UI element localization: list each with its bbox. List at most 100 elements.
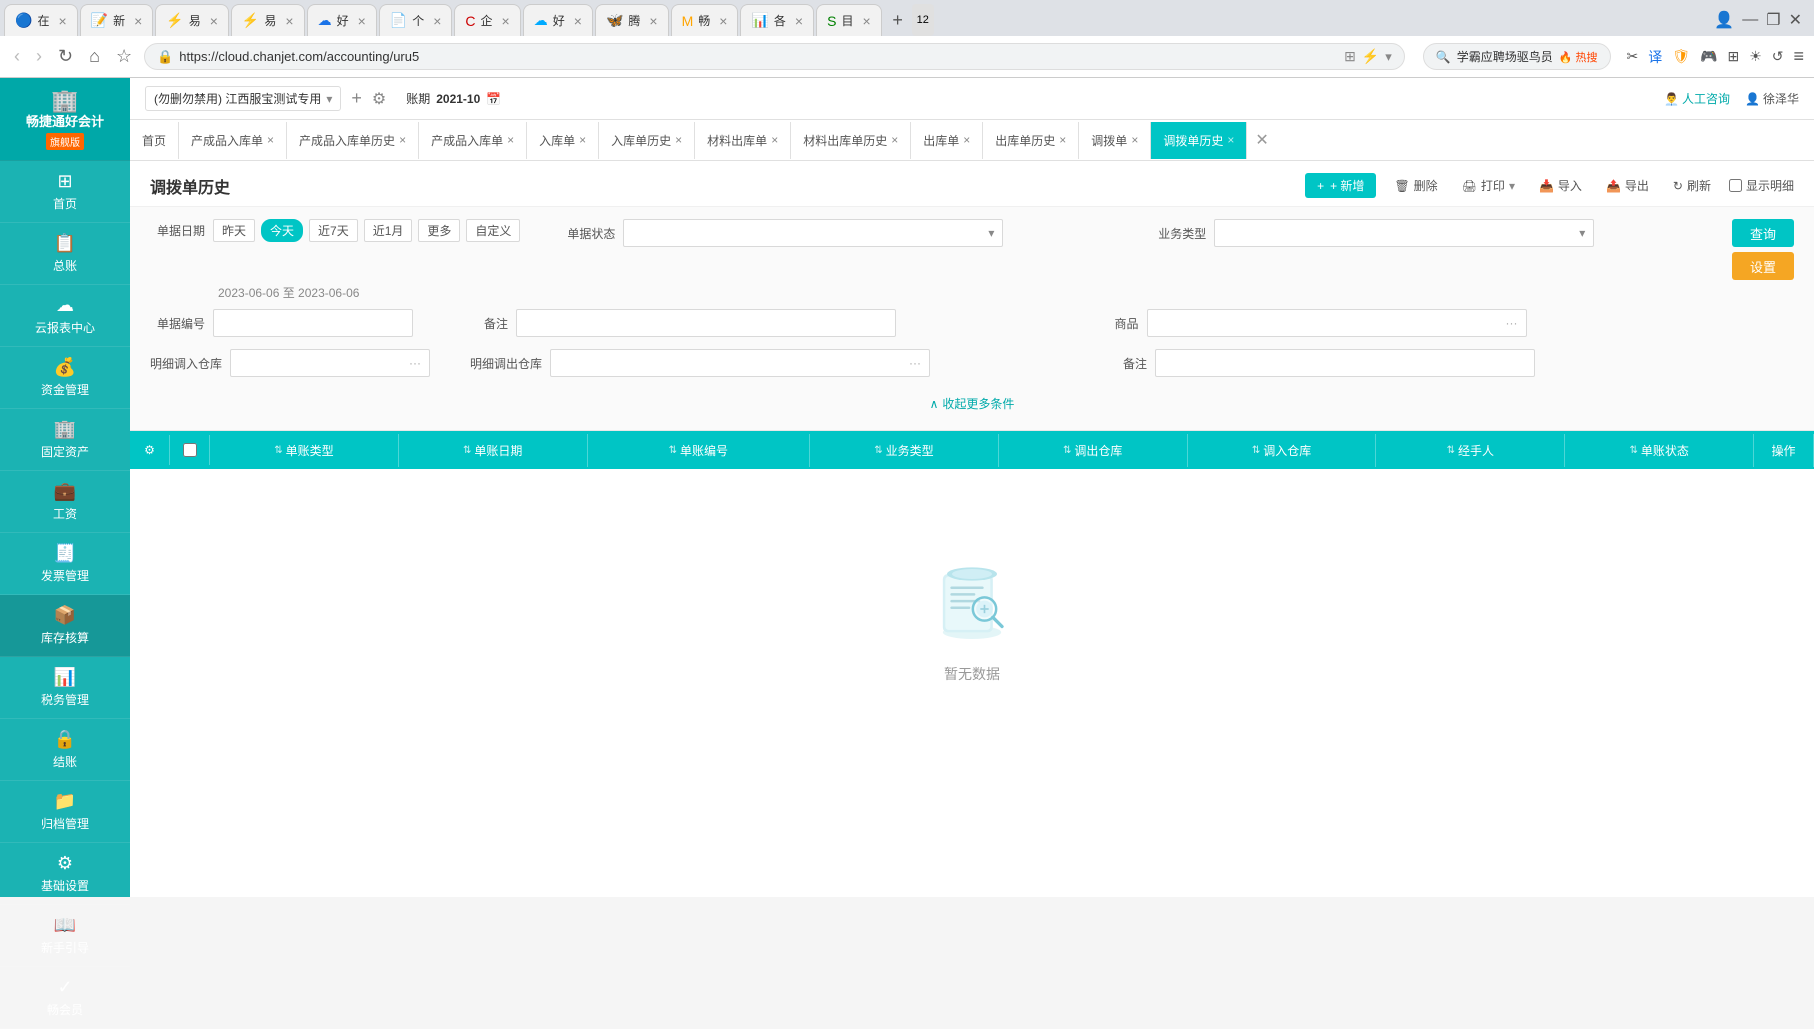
add-company-button[interactable]: + bbox=[351, 88, 362, 109]
browser-tab-10[interactable]: M 畅 × bbox=[671, 4, 739, 36]
close-all-tabs-button[interactable]: ✕ bbox=[1247, 120, 1276, 160]
last-month-btn[interactable]: 近1月 bbox=[364, 219, 413, 242]
note-input[interactable] bbox=[1155, 349, 1535, 377]
forward-button[interactable]: › bbox=[32, 44, 46, 69]
tab9-close[interactable]: × bbox=[649, 13, 657, 29]
th-gear[interactable]: ⚙ bbox=[130, 435, 170, 465]
out-wh-dots[interactable]: ··· bbox=[909, 356, 921, 370]
sidebar-item-ledger[interactable]: 📋 总账 bbox=[0, 223, 130, 285]
browser-tab-9[interactable]: 🦋 腾 × bbox=[595, 4, 669, 36]
grid-view-icon[interactable]: ⊞ bbox=[1727, 48, 1739, 65]
out-wh-select[interactable]: ··· bbox=[550, 349, 930, 377]
tab1-close[interactable]: × bbox=[58, 13, 66, 29]
th-type[interactable]: ⇅ 单账类型 bbox=[210, 434, 399, 467]
th-biz[interactable]: ⇅ 业务类型 bbox=[810, 434, 999, 467]
tab-mat-out-hist-close[interactable]: × bbox=[891, 133, 898, 147]
refresh-button[interactable]: ↻ 刷新 bbox=[1667, 173, 1717, 198]
sidebar-item-home[interactable]: ⊞ 首页 bbox=[0, 161, 130, 223]
tab8-close[interactable]: × bbox=[574, 13, 582, 29]
tab-mat-out[interactable]: 材料出库单 × bbox=[695, 122, 791, 159]
th-date[interactable]: ⇅ 单账日期 bbox=[399, 434, 588, 467]
tab-in-order-close[interactable]: × bbox=[579, 133, 586, 147]
sidebar-item-archive[interactable]: 📁 归档管理 bbox=[0, 781, 130, 843]
query-button[interactable]: 查询 bbox=[1732, 219, 1794, 247]
tab-product-in2-close[interactable]: × bbox=[507, 133, 514, 147]
search-section[interactable]: 🔍 学霸应聘场驱鸟员 🔥 热搜 bbox=[1423, 43, 1611, 70]
yesterday-btn[interactable]: 昨天 bbox=[213, 219, 255, 242]
today-btn[interactable]: 今天 bbox=[261, 219, 303, 242]
scissors-icon[interactable]: ✂ bbox=[1627, 48, 1639, 65]
remark-input[interactable] bbox=[516, 309, 896, 337]
browser-tab-7[interactable]: C 企 × bbox=[454, 4, 520, 36]
tab-in-hist-close[interactable]: × bbox=[675, 133, 682, 147]
tab-out-order[interactable]: 出库单 × bbox=[911, 122, 983, 159]
sidebar-item-settings[interactable]: ⚙ 基础设置 bbox=[0, 843, 130, 905]
browser-tab-6[interactable]: 📄 个 × bbox=[379, 4, 453, 36]
sidebar-item-inventory[interactable]: 📦 库存核算 bbox=[0, 595, 130, 657]
menu-icon[interactable]: ≡ bbox=[1793, 46, 1804, 67]
display-toggle[interactable]: 显示明细 bbox=[1729, 177, 1794, 194]
filter-settings-button[interactable]: 设置 bbox=[1732, 252, 1794, 280]
tab-product-in2[interactable]: 产成品入库单 × bbox=[419, 122, 527, 159]
tab-out-order-close[interactable]: × bbox=[963, 133, 970, 147]
tab-in-hist[interactable]: 入库单历史 × bbox=[599, 122, 695, 159]
tab-transfer-hist-close[interactable]: × bbox=[1227, 133, 1234, 147]
display-toggle-checkbox[interactable] bbox=[1729, 179, 1742, 192]
th-in-wh[interactable]: ⇅ 调入仓库 bbox=[1188, 434, 1377, 467]
address-input[interactable]: 🔒 https://cloud.chanjet.com/accounting/u… bbox=[144, 43, 1405, 70]
delete-button[interactable]: 🗑 删除 bbox=[1388, 173, 1443, 198]
status-select[interactable]: ▾ bbox=[623, 219, 1003, 247]
tab2-close[interactable]: × bbox=[134, 13, 142, 29]
sidebar-item-report[interactable]: ☁ 云报表中心 bbox=[0, 285, 130, 347]
browser-tab-8[interactable]: ☁ 好 × bbox=[523, 4, 593, 36]
tab7-close[interactable]: × bbox=[502, 13, 510, 29]
custom-btn[interactable]: 自定义 bbox=[466, 219, 520, 242]
sidebar-item-capital[interactable]: 💰 资金管理 bbox=[0, 347, 130, 409]
tab-out-hist[interactable]: 出库单历史 × bbox=[983, 122, 1079, 159]
company-selector[interactable]: (勿删勿禁用) 江西服宝测试专用 ▾ bbox=[145, 86, 341, 111]
tab-product-in-hist[interactable]: 产成品入库单历史 × bbox=[287, 122, 419, 159]
th-status[interactable]: ⇅ 单账状态 bbox=[1565, 434, 1754, 467]
tab-out-hist-close[interactable]: × bbox=[1059, 133, 1066, 147]
th-out-wh[interactable]: ⇅ 调出仓库 bbox=[999, 434, 1188, 467]
brightness-icon[interactable]: ☀ bbox=[1749, 48, 1762, 65]
th-number[interactable]: ⇅ 单账编号 bbox=[588, 434, 810, 467]
undo-icon[interactable]: ↺ bbox=[1772, 48, 1784, 65]
refresh-button[interactable]: ↻ bbox=[54, 44, 77, 69]
sidebar-item-tax[interactable]: 📊 税务管理 bbox=[0, 657, 130, 719]
collapse-button[interactable]: ∧ 收起更多条件 bbox=[150, 389, 1794, 418]
sidebar-item-member[interactable]: ✓ 畅会员 bbox=[0, 967, 130, 1029]
more-btn[interactable]: 更多 bbox=[418, 219, 460, 242]
back-button[interactable]: ‹ bbox=[10, 44, 24, 69]
th-checkbox[interactable] bbox=[170, 435, 210, 465]
bookmark-button[interactable]: ☆ bbox=[112, 44, 136, 69]
support-button[interactable]: 👨‍💼 人工咨询 bbox=[1664, 90, 1730, 107]
browser-tab-3[interactable]: ⚡ 易 × bbox=[155, 4, 229, 36]
browser-tab-4[interactable]: ⚡ 易 × bbox=[231, 4, 305, 36]
tab-in-order[interactable]: 入库单 × bbox=[527, 122, 599, 159]
tab6-close[interactable]: × bbox=[433, 13, 441, 29]
sidebar-item-close[interactable]: 🔒 结账 bbox=[0, 719, 130, 781]
tab-product-in[interactable]: 产成品入库单 × bbox=[179, 122, 287, 159]
browser-tab-12[interactable]: S 目 × bbox=[816, 4, 882, 36]
tab-home[interactable]: 首页 bbox=[130, 122, 179, 159]
last7-btn[interactable]: 近7天 bbox=[309, 219, 358, 242]
browser-tab-5[interactable]: ☁ 好 × bbox=[307, 4, 377, 36]
minimize-icon[interactable]: — bbox=[1742, 11, 1758, 29]
home-button[interactable]: ⌂ bbox=[85, 44, 104, 69]
sidebar-item-invoice[interactable]: 🧾 发票管理 bbox=[0, 533, 130, 595]
th-handler[interactable]: ⇅ 经手人 bbox=[1376, 434, 1565, 467]
browser-tab-2[interactable]: 📝 新 × bbox=[80, 4, 154, 36]
biz-select[interactable]: ▾ bbox=[1214, 219, 1594, 247]
dropdown-icon[interactable]: ▾ bbox=[1385, 49, 1392, 65]
tab-transfer-hist[interactable]: 调拨单历史 × bbox=[1151, 122, 1247, 159]
print-button[interactable]: 🖨 打印 ▾ bbox=[1456, 173, 1521, 198]
in-wh-dots[interactable]: ··· bbox=[409, 356, 421, 370]
new-button[interactable]: + + 新增 bbox=[1305, 173, 1376, 198]
tab-transfer[interactable]: 调拨单 × bbox=[1079, 122, 1151, 159]
export-button[interactable]: 📤 导出 bbox=[1600, 173, 1655, 198]
close-window-icon[interactable]: ✕ bbox=[1789, 10, 1802, 30]
browser-tab-1[interactable]: 🔵 在 × bbox=[4, 4, 78, 36]
tab-mat-out-close[interactable]: × bbox=[771, 133, 778, 147]
restore-icon[interactable]: ❐ bbox=[1766, 10, 1780, 30]
